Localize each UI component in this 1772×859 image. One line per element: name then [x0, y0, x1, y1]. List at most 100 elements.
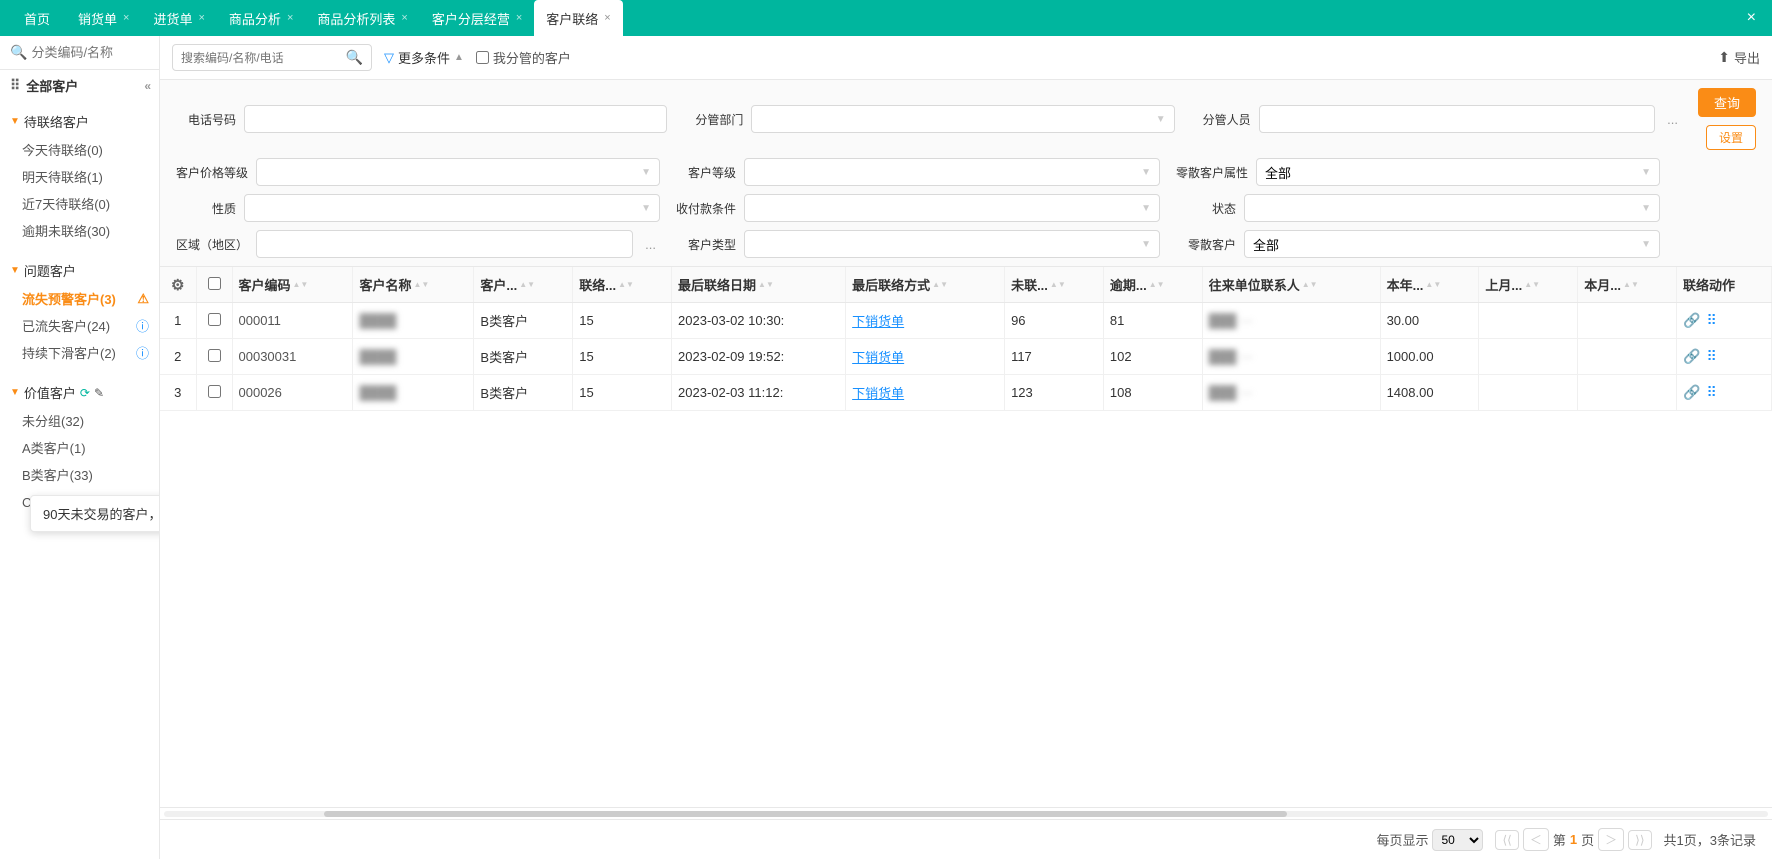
sidebar-group-value-title[interactable]: ▼ 价值客户 ⟳ ✎ [0, 378, 159, 407]
row-code-1[interactable]: 00030031 [232, 339, 353, 375]
row-last-method-2[interactable]: 下销货单 [846, 375, 1005, 411]
col-sort-last-month[interactable]: 上月... ▲▼ [1485, 275, 1571, 294]
phone-input[interactable] [244, 105, 667, 133]
first-page-button[interactable]: ⟨⟨ [1495, 830, 1518, 850]
sidebar-item-week[interactable]: 近7天待联络(0) [0, 190, 159, 217]
nav-tab-customer-contact-close[interactable]: × [604, 12, 610, 24]
churn-warning-icon: ⚠ [137, 291, 149, 307]
sidebar-item-ungrouped[interactable]: 未分组(32) [0, 407, 159, 434]
col-sort-type[interactable]: 客户... ▲▼ [480, 275, 566, 294]
zero-customer-select[interactable]: 全部 ▼ [1244, 230, 1660, 258]
filter-search-icon[interactable]: 🔍 [346, 49, 363, 66]
sidebar-item-tomorrow[interactable]: 明天待联络(1) [0, 163, 159, 190]
value-group-refresh-icon[interactable]: ⟳ [80, 386, 90, 400]
value-group-edit-icon[interactable]: ✎ [94, 386, 104, 400]
nav-tab-product-analysis-list-close[interactable]: × [401, 12, 407, 24]
nav-tab-sales-close[interactable]: × [123, 12, 129, 24]
row-action-more-1[interactable]: ⠿ [1706, 348, 1716, 365]
zero-customer-label: 零散客户 [1176, 236, 1236, 253]
select-all-checkbox[interactable] [208, 277, 221, 290]
sidebar-item-overdue-contact[interactable]: 逾期未联络(30) [0, 217, 159, 244]
filter-more-chevron: ▲ [454, 52, 464, 63]
price-grade-select[interactable]: ▼ [256, 158, 660, 186]
sidebar-item-declining[interactable]: 持续下滑客户(2) ⓘ [0, 339, 159, 366]
col-sort-last-method[interactable]: 最后联络方式 ▲▼ [852, 275, 998, 294]
person-dots[interactable]: ... [1663, 112, 1682, 127]
nav-tab-purchase-close[interactable]: × [198, 12, 204, 24]
nav-tab-customer-segments[interactable]: 客户分层经营 × [420, 0, 534, 36]
scrollbar-thumb[interactable] [324, 811, 1286, 817]
nav-tab-customer-contact[interactable]: 客户联络 × [534, 0, 622, 36]
col-sort-uncontact[interactable]: 未联... ▲▼ [1011, 275, 1097, 294]
payment-select[interactable]: ▼ [744, 194, 1160, 222]
filter-search-input[interactable] [181, 51, 342, 65]
area-dots[interactable]: ... [641, 237, 660, 252]
col-sort-contact[interactable]: 联络... ▲▼ [579, 275, 665, 294]
gender-select[interactable]: ▼ [244, 194, 660, 222]
nav-tab-product-analysis-list[interactable]: 商品分析列表 × [305, 0, 419, 36]
problem-tooltip: 90天未交易的客户，可能有流失风险。 [30, 495, 160, 532]
col-sort-contact-person[interactable]: 往来单位联系人 ▲▼ [1209, 275, 1374, 294]
table-container: ⚙ 客户编码 ▲▼ 客户名称 [160, 267, 1772, 807]
row-action-more-0[interactable]: ⠿ [1706, 312, 1716, 329]
window-close-button[interactable]: × [1739, 5, 1764, 31]
sidebar-item-class-a[interactable]: A类客户(1) [0, 434, 159, 461]
zero-attr-label: 零散客户属性 [1176, 164, 1248, 181]
sidebar-item-ungrouped-label: 未分组(32) [22, 411, 84, 430]
next-page-button[interactable]: ＞ [1598, 828, 1624, 851]
settings-button[interactable]: 设置 [1706, 125, 1756, 150]
col-sort-overdue[interactable]: 逾期... ▲▼ [1110, 275, 1196, 294]
col-sort-last-date[interactable]: 最后联络日期 ▲▼ [678, 275, 839, 294]
sidebar-group-problem-title[interactable]: ▼ 问题客户 [0, 256, 159, 285]
zero-attr-select[interactable]: 全部 ▼ [1256, 158, 1660, 186]
nav-tab-product-analysis[interactable]: 商品分析 × [217, 0, 305, 36]
status-select[interactable]: ▼ [1244, 194, 1660, 222]
person-input[interactable] [1259, 105, 1655, 133]
row-last-method-0[interactable]: 下销货单 [846, 303, 1005, 339]
table-scrollbar[interactable] [160, 807, 1772, 819]
customer-grade-select[interactable]: ▼ [744, 158, 1160, 186]
sidebar-all-customers[interactable]: ⠿ 全部客户 « [0, 70, 159, 101]
table-footer: 每页显示 50 100 ⟨⟨ ＜ 第 1 页 ＞ ⟩⟩ 共1页，3条记录 [160, 819, 1772, 859]
row-last-method-1[interactable]: 下销货单 [846, 339, 1005, 375]
row-action-more-2[interactable]: ⠿ [1706, 384, 1716, 401]
col-sort-this-month[interactable]: 本月... ▲▼ [1584, 275, 1670, 294]
sidebar-search-input[interactable] [31, 45, 149, 60]
col-sort-year[interactable]: 本年... ▲▼ [1387, 275, 1473, 294]
nav-home-label: 首页 [24, 9, 50, 28]
row-code-2[interactable]: 000026 [232, 375, 353, 411]
sidebar-item-churned[interactable]: 已流失客户(24) ⓘ [0, 312, 159, 339]
filter-more-conditions[interactable]: ▽ 更多条件 ▲ [384, 48, 464, 67]
col-sort-code[interactable]: 客户编码 ▲▼ [239, 275, 347, 294]
last-page-button[interactable]: ⟩⟩ [1628, 830, 1651, 850]
row-action-contact-2[interactable]: 🔗 [1683, 384, 1700, 401]
area-input[interactable] [256, 230, 633, 258]
customer-type-select[interactable]: ▼ [744, 230, 1160, 258]
sidebar-item-churn-warning[interactable]: 流失预警客户(3) ⚠ [0, 285, 159, 312]
my-customers-checkbox[interactable] [476, 51, 489, 64]
nav-tab-customer-segments-close[interactable]: × [516, 12, 522, 24]
export-button[interactable]: ⬆ 导出 [1718, 48, 1760, 67]
sidebar-item-today[interactable]: 今天待联络(0) [0, 136, 159, 163]
sidebar-item-class-b[interactable]: B类客户(33) [0, 461, 159, 488]
nav-tab-home[interactable]: 首页 [8, 0, 66, 36]
row-action-contact-0[interactable]: 🔗 [1683, 312, 1700, 329]
row-check-0[interactable] [196, 303, 232, 339]
dept-select[interactable]: ▼ [751, 105, 1174, 133]
row-action-contact-1[interactable]: 🔗 [1683, 348, 1700, 365]
nav-tab-product-analysis-close[interactable]: × [287, 12, 293, 24]
table-settings-icon[interactable]: ⚙ [171, 277, 184, 294]
my-customers-filter[interactable]: 我分管的客户 [476, 48, 571, 67]
row-code-0[interactable]: 000011 [232, 303, 353, 339]
per-page-select[interactable]: 50 100 [1432, 829, 1483, 851]
row-type-0: B类客户 [474, 303, 573, 339]
col-sort-name[interactable]: 客户名称 ▲▼ [359, 275, 467, 294]
nav-tab-sales[interactable]: 销货单 × [66, 0, 141, 36]
query-button[interactable]: 查询 [1698, 88, 1756, 117]
prev-page-button[interactable]: ＜ [1523, 828, 1549, 851]
row-check-2[interactable] [196, 375, 232, 411]
sidebar-group-pending-title[interactable]: ▼ 待联络客户 [0, 107, 159, 136]
row-index-1: 2 [160, 339, 196, 375]
row-check-1[interactable] [196, 339, 232, 375]
nav-tab-purchase[interactable]: 进货单 × [141, 0, 216, 36]
